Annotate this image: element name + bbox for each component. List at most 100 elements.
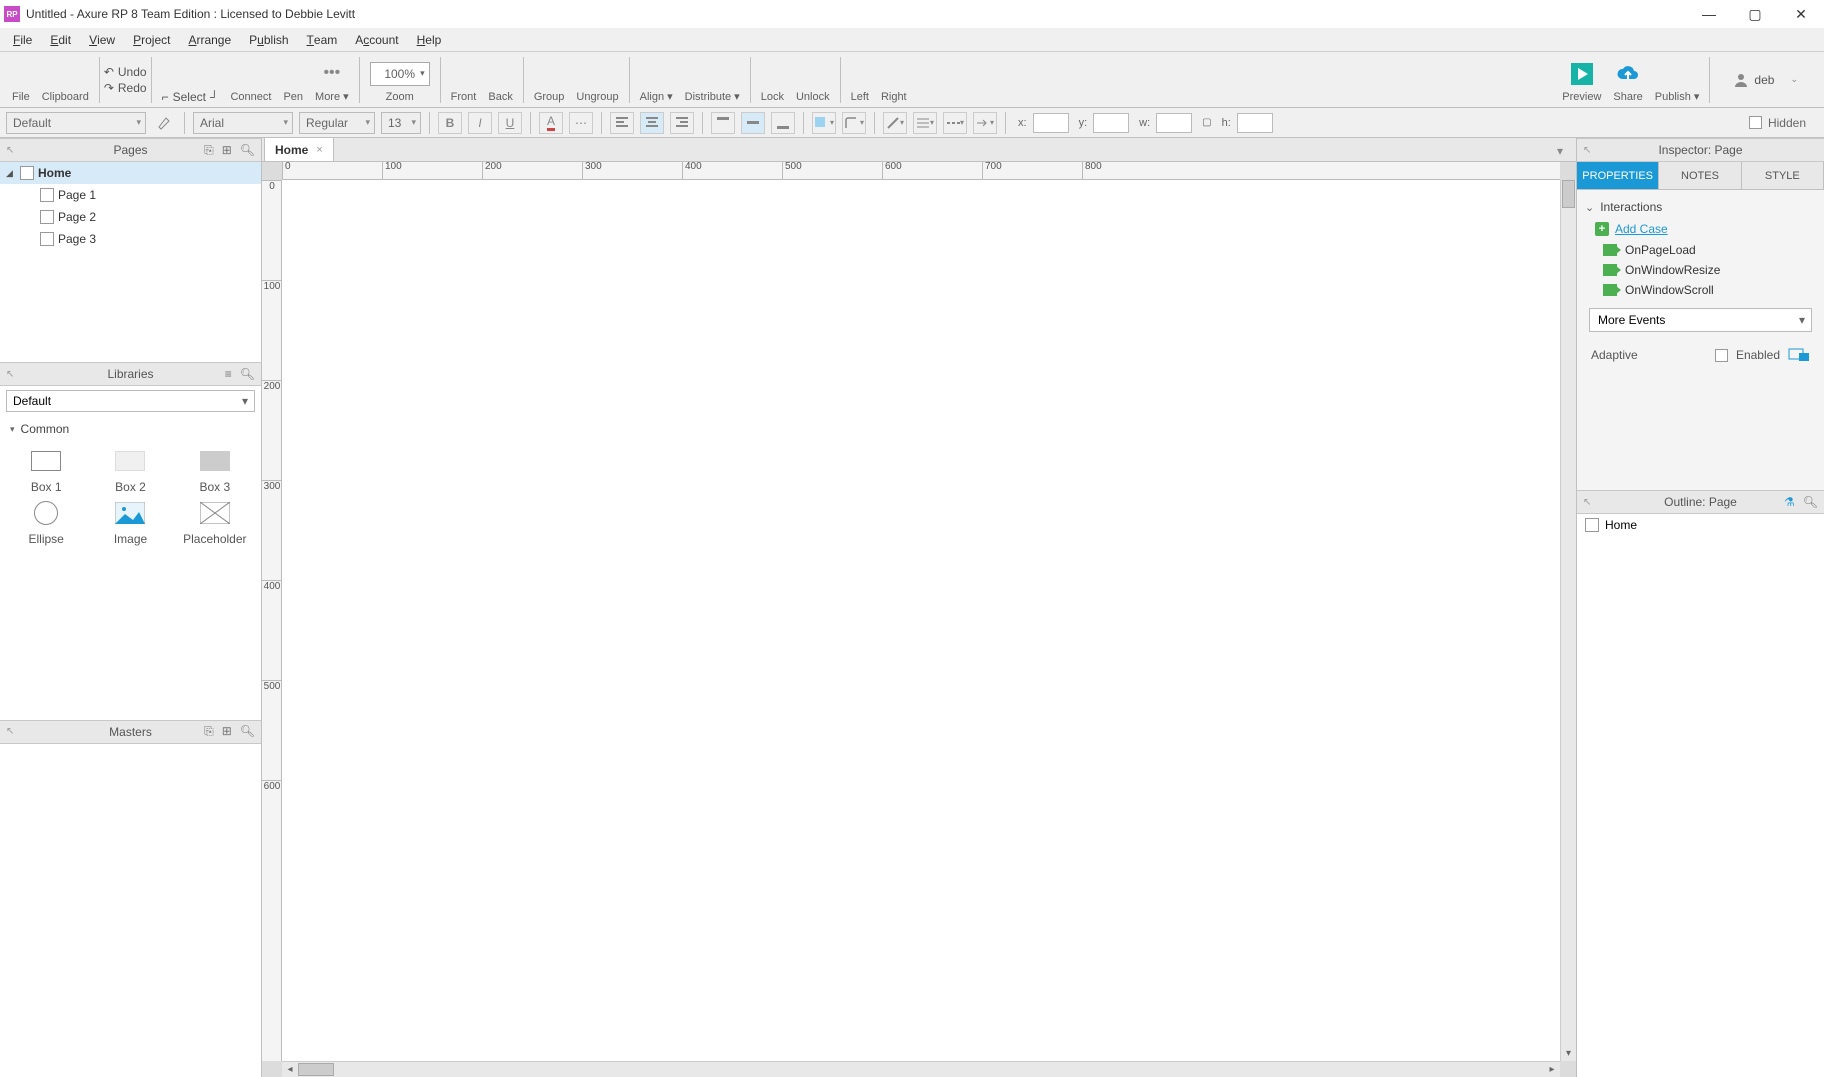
- front-button[interactable]: Front: [445, 52, 483, 108]
- add-folder-icon[interactable]: ⎘: [204, 143, 214, 158]
- share-button[interactable]: Share: [1607, 52, 1648, 108]
- filter-icon[interactable]: ⚗: [1784, 495, 1795, 509]
- bold-button[interactable]: B: [438, 112, 462, 134]
- weight-combo[interactable]: Regular: [299, 112, 375, 134]
- tab-style[interactable]: STYLE: [1742, 162, 1824, 189]
- menu-edit[interactable]: Edit: [41, 29, 80, 51]
- pen-tool[interactable]: Pen: [277, 52, 309, 108]
- connect-tool[interactable]: Connect: [224, 52, 277, 108]
- ungroup-button[interactable]: Ungroup: [570, 52, 624, 108]
- y-input[interactable]: [1093, 113, 1129, 133]
- event-onwindowresize[interactable]: OnWindowResize: [1585, 260, 1816, 280]
- underline-button[interactable]: U: [498, 112, 522, 134]
- menu-publish[interactable]: Publish: [240, 29, 297, 51]
- add-folder-icon[interactable]: ⎘: [204, 724, 214, 739]
- valign-mid-button[interactable]: [741, 112, 765, 134]
- lib-box2[interactable]: Box 2: [88, 450, 172, 494]
- menu-account[interactable]: Account: [346, 29, 407, 51]
- more-tool[interactable]: ••• More ▾: [309, 52, 355, 108]
- select-tool[interactable]: ⌐Select┘: [156, 52, 225, 108]
- line-style-button[interactable]: ▾: [943, 112, 967, 134]
- enabled-checkbox[interactable]: [1715, 349, 1728, 362]
- style-combo[interactable]: Default: [6, 112, 146, 134]
- lib-image[interactable]: Image: [88, 502, 172, 546]
- minimize-button[interactable]: —: [1686, 0, 1732, 28]
- unlock-button[interactable]: Unlock: [790, 52, 836, 108]
- more-events-combo[interactable]: More Events: [1589, 308, 1812, 332]
- text-color-button[interactable]: A: [539, 112, 563, 134]
- hidden-checkbox[interactable]: Hidden: [1749, 116, 1806, 130]
- interactions-section[interactable]: Interactions: [1585, 196, 1816, 218]
- undo-button[interactable]: ↶Undo: [104, 65, 147, 79]
- tab-dropdown[interactable]: ▾: [1550, 141, 1570, 161]
- file-group[interactable]: File: [6, 52, 36, 108]
- tab-properties[interactable]: PROPERTIES: [1577, 162, 1659, 189]
- menu-project[interactable]: Project: [124, 29, 179, 51]
- menu-view[interactable]: View: [80, 29, 124, 51]
- corner-button[interactable]: ▾: [842, 112, 866, 134]
- scrollbar-horizontal[interactable]: ◂▸: [282, 1061, 1560, 1077]
- zoom-group[interactable]: 100% Zoom: [364, 52, 436, 108]
- h-input[interactable]: [1237, 113, 1273, 133]
- page-2[interactable]: Page 2: [0, 206, 261, 228]
- event-onwindowscroll[interactable]: OnWindowScroll: [1585, 280, 1816, 300]
- x-input[interactable]: [1033, 113, 1069, 133]
- outline-home[interactable]: Home: [1577, 514, 1824, 536]
- align-center-button[interactable]: [640, 112, 664, 134]
- menu-file[interactable]: FFileile: [4, 29, 41, 51]
- page-3[interactable]: Page 3: [0, 228, 261, 250]
- pin-icon[interactable]: ↖: [1583, 497, 1591, 508]
- line-weight-button[interactable]: ▾: [913, 112, 937, 134]
- valign-top-button[interactable]: [711, 112, 735, 134]
- lock-button[interactable]: Lock: [755, 52, 790, 108]
- pin-icon[interactable]: ↖: [6, 369, 14, 380]
- preview-button[interactable]: Preview: [1556, 52, 1607, 108]
- publish-button[interactable]: Publish ▾: [1649, 52, 1706, 108]
- more-text-button[interactable]: ⋯: [569, 112, 593, 134]
- pin-icon[interactable]: ↖: [6, 145, 14, 156]
- right-button[interactable]: Right: [875, 52, 913, 108]
- adaptive-icon[interactable]: [1788, 348, 1810, 362]
- page-1[interactable]: Page 1: [0, 184, 261, 206]
- menu-team[interactable]: Team: [298, 29, 347, 51]
- lib-box1[interactable]: Box 1: [4, 450, 88, 494]
- close-tab-icon[interactable]: ×: [316, 144, 322, 156]
- add-master-icon[interactable]: ⊞: [222, 724, 232, 739]
- user-menu[interactable]: deb ⌄: [1714, 73, 1818, 87]
- align-button[interactable]: Align ▾: [634, 52, 679, 108]
- pin-icon[interactable]: ↖: [6, 726, 14, 737]
- menu-help[interactable]: Help: [408, 29, 451, 51]
- valign-bot-button[interactable]: [771, 112, 795, 134]
- font-combo[interactable]: Arial: [193, 112, 293, 134]
- arrow-button[interactable]: ▾: [973, 112, 997, 134]
- canvas[interactable]: [282, 180, 1560, 1061]
- line-color-button[interactable]: ▾: [883, 112, 907, 134]
- tab-home[interactable]: Home×: [264, 138, 334, 161]
- scrollbar-vertical[interactable]: ▾: [1560, 180, 1576, 1061]
- fill-button[interactable]: ▾: [812, 112, 836, 134]
- lib-placeholder[interactable]: Placeholder: [173, 502, 257, 546]
- left-button[interactable]: Left: [845, 52, 875, 108]
- search-icon[interactable]: 🔍︎: [240, 367, 255, 381]
- group-button[interactable]: Group: [528, 52, 571, 108]
- add-case-link[interactable]: +Add Case: [1585, 218, 1816, 240]
- page-home[interactable]: ◢Home: [0, 162, 261, 184]
- menu-icon[interactable]: ≡: [225, 367, 232, 381]
- size-combo[interactable]: 13: [381, 112, 421, 134]
- event-onpageload[interactable]: OnPageLoad: [1585, 240, 1816, 260]
- search-icon[interactable]: 🔍︎: [1803, 495, 1818, 509]
- align-left-button[interactable]: [610, 112, 634, 134]
- lib-box3[interactable]: Box 3: [173, 450, 257, 494]
- back-button[interactable]: Back: [482, 52, 518, 108]
- lib-ellipse[interactable]: Ellipse: [4, 502, 88, 546]
- menu-arrange[interactable]: Arrange: [179, 29, 240, 51]
- search-icon[interactable]: 🔍︎: [240, 724, 255, 739]
- maximize-button[interactable]: ▢: [1732, 0, 1778, 28]
- library-select[interactable]: Default: [6, 390, 255, 412]
- italic-button[interactable]: I: [468, 112, 492, 134]
- close-button[interactable]: ✕: [1778, 0, 1824, 28]
- pin-icon[interactable]: ↖: [1583, 145, 1591, 156]
- redo-button[interactable]: ↷Redo: [104, 81, 147, 95]
- distribute-button[interactable]: Distribute ▾: [679, 52, 746, 108]
- search-icon[interactable]: 🔍︎: [240, 143, 255, 158]
